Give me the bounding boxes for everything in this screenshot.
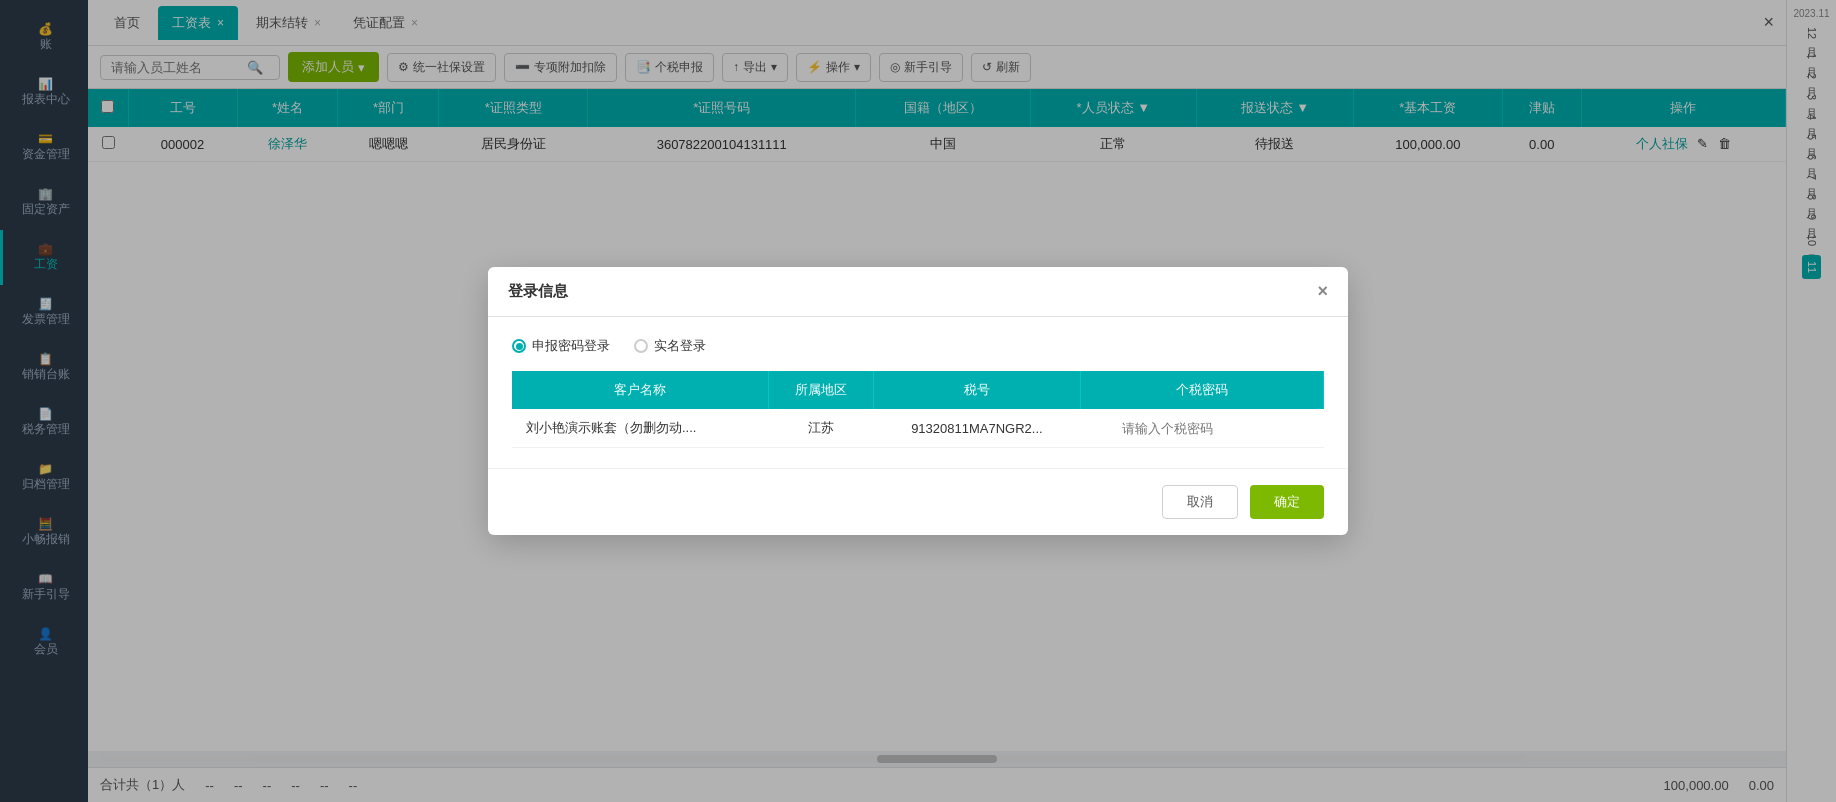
dialog-overlay: 登录信息 × 申报密码登录 实名登录 客户名称 所属地区 (0, 0, 1836, 802)
radio-realname-dot (634, 339, 648, 353)
dialog-header: 登录信息 × (488, 267, 1348, 317)
client-table-row: 刘小艳演示账套（勿删勿动.... 江苏 91320811MA7NGR2... (512, 409, 1324, 448)
dialog-title: 登录信息 (508, 282, 568, 301)
client-tax-password-cell[interactable] (1080, 409, 1323, 448)
dialog-col-name: 客户名称 (512, 371, 769, 409)
cancel-button[interactable]: 取消 (1162, 485, 1238, 519)
radio-password-login[interactable]: 申报密码登录 (512, 337, 610, 355)
radio-realname-login[interactable]: 实名登录 (634, 337, 706, 355)
client-name: 刘小艳演示账套（勿删勿动.... (512, 409, 769, 448)
radio-password-dot (512, 339, 526, 353)
dialog-col-password: 个税密码 (1080, 371, 1323, 409)
dialog-col-taxid: 税号 (874, 371, 1080, 409)
dialog-col-region: 所属地区 (769, 371, 874, 409)
client-table: 客户名称 所属地区 税号 个税密码 刘小艳演示账套（勿删勿动.... 江苏 91… (512, 371, 1324, 448)
login-type-radio-group: 申报密码登录 实名登录 (512, 337, 1324, 355)
dialog-footer: 取消 确定 (488, 468, 1348, 535)
client-region: 江苏 (769, 409, 874, 448)
dialog-close-button[interactable]: × (1317, 281, 1328, 302)
login-dialog: 登录信息 × 申报密码登录 实名登录 客户名称 所属地区 (488, 267, 1348, 535)
tax-password-input[interactable] (1122, 421, 1282, 436)
client-taxid: 91320811MA7NGR2... (874, 409, 1080, 448)
confirm-button[interactable]: 确定 (1250, 485, 1324, 519)
dialog-body: 申报密码登录 实名登录 客户名称 所属地区 税号 个税密码 (488, 317, 1348, 468)
